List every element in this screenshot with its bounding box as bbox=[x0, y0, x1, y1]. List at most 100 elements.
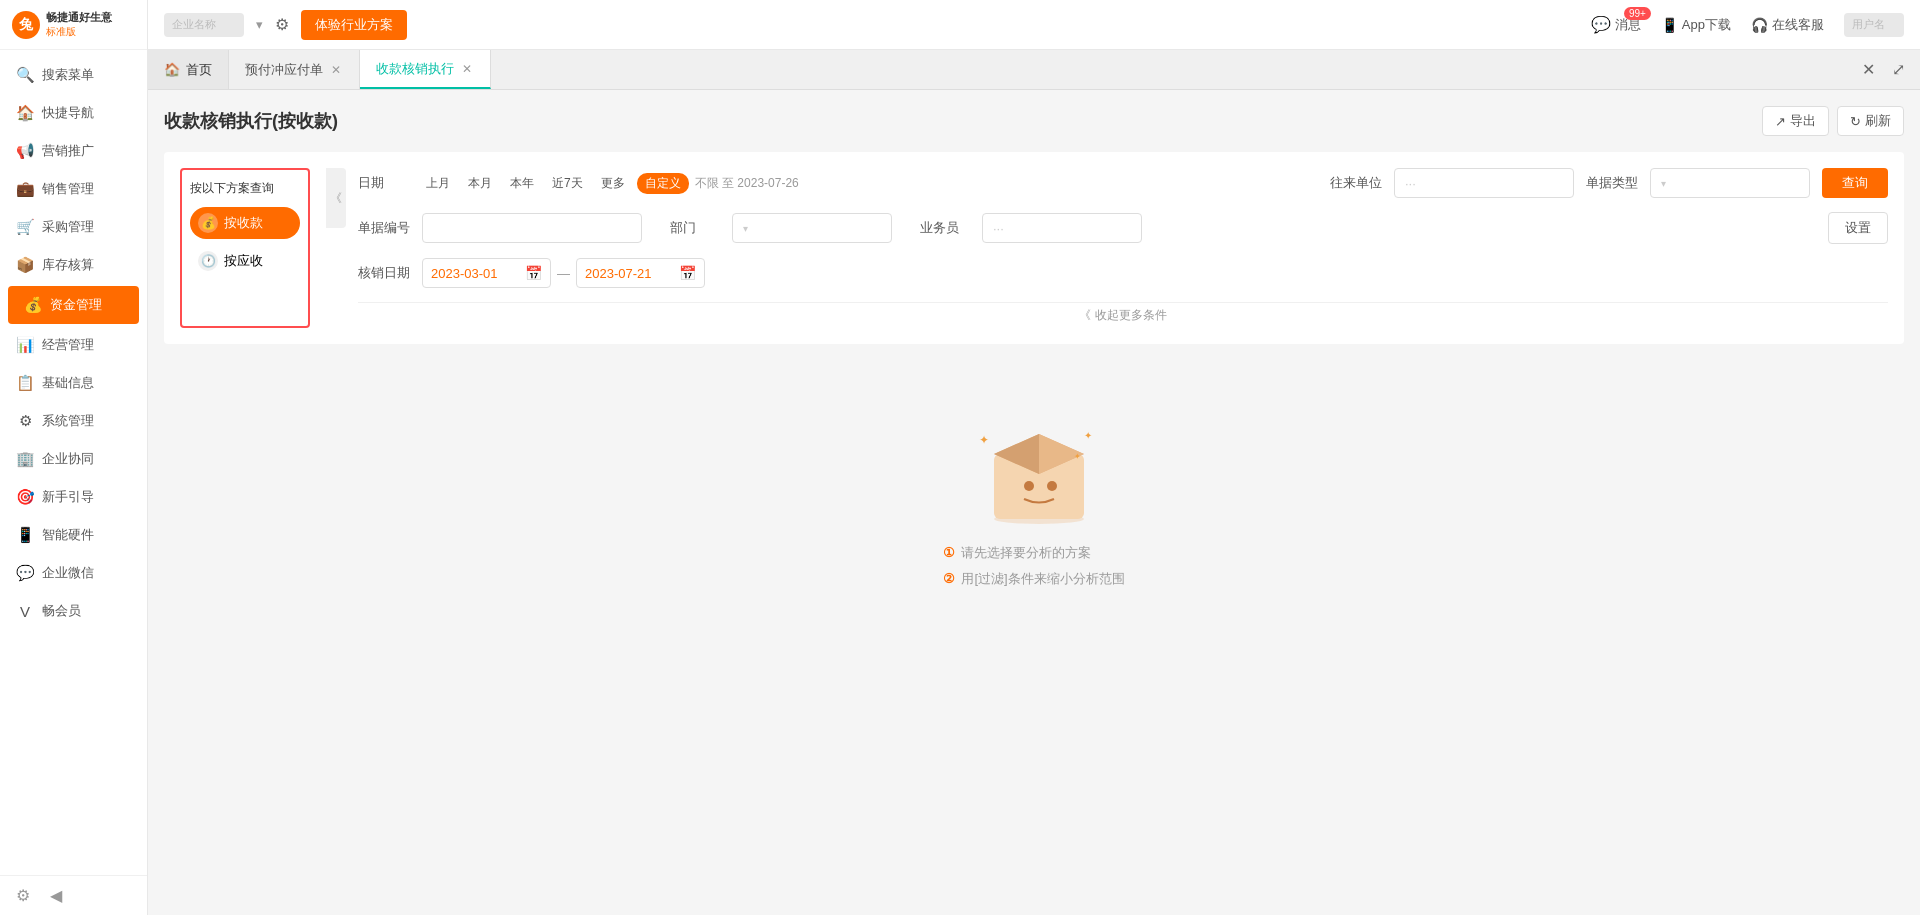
settings-btn[interactable]: 设置 bbox=[1828, 212, 1888, 244]
calendar-start-icon[interactable]: 📅 bbox=[525, 265, 542, 281]
date-this-month[interactable]: 本月 bbox=[462, 173, 498, 194]
export-btn[interactable]: ↗ 导出 bbox=[1762, 106, 1829, 136]
tab-receipt-offset[interactable]: 收款核销执行 ✕ bbox=[360, 50, 491, 89]
date-shortcuts: 上月 本月 本年 近7天 更多 自定义 不限 至 2023-07-26 bbox=[420, 173, 799, 194]
doc-no-input[interactable] bbox=[422, 213, 642, 243]
app-download-btn[interactable]: 📱 App下载 bbox=[1661, 16, 1731, 34]
doc-type-select[interactable]: ▾ bbox=[1650, 168, 1810, 198]
phone-icon: 📱 bbox=[1661, 17, 1678, 33]
svg-text:✦: ✦ bbox=[979, 433, 989, 447]
sidebar-item-operation[interactable]: 📊 经营管理 bbox=[0, 326, 147, 364]
staff-select[interactable]: ··· bbox=[982, 213, 1142, 243]
filter-scheme-title: 按以下方案查询 bbox=[190, 180, 300, 197]
date-last-month[interactable]: 上月 bbox=[420, 173, 456, 194]
refresh-icon: ↻ bbox=[1850, 114, 1861, 129]
search-btn[interactable]: 查询 bbox=[1822, 168, 1888, 198]
sidebar-footer: ⚙ ◀ bbox=[0, 875, 147, 915]
sidebar-item-enterprise[interactable]: 🏢 企业协同 bbox=[0, 440, 147, 478]
sidebar-item-marketing[interactable]: 📢 营销推广 bbox=[0, 132, 147, 170]
sidebar-nav: 🔍 搜索菜单 🏠 快捷导航 📢 营销推广 💼 销售管理 🛒 采购管理 📦 库存核… bbox=[0, 50, 147, 875]
tab-prepay-close[interactable]: ✕ bbox=[329, 63, 343, 77]
doc-type-label: 单据类型 bbox=[1586, 174, 1638, 192]
filter-panel: 按以下方案查询 💰 按收款 🕐 按应收 《 日期 bbox=[164, 152, 1904, 344]
sidebar-item-search-menu[interactable]: 🔍 搜索菜单 bbox=[0, 56, 147, 94]
sidebar-item-finance[interactable]: 💰 资金管理 bbox=[8, 286, 139, 324]
maximize-btn[interactable]: ⤢ bbox=[1884, 56, 1912, 84]
logo-text: 畅捷通好生意 标准版 bbox=[46, 10, 112, 39]
sidebar: 兔 畅捷通好生意 标准版 🔍 搜索菜单 🏠 快捷导航 📢 营销推广 💼 销售管理… bbox=[0, 0, 148, 915]
topbar-settings-icon[interactable]: ⚙ bbox=[275, 15, 289, 34]
export-icon: ↗ bbox=[1775, 114, 1786, 129]
date-this-year[interactable]: 本年 bbox=[504, 173, 540, 194]
message-icon: 💬 bbox=[1591, 15, 1611, 34]
tab-prepay[interactable]: 预付冲应付单 ✕ bbox=[229, 50, 360, 89]
verify-date-start-group[interactable]: 📅 bbox=[422, 258, 551, 288]
date-more[interactable]: 更多 bbox=[595, 173, 631, 194]
partner-select[interactable]: ··· bbox=[1394, 168, 1574, 198]
doc-no-label: 单据编号 bbox=[358, 219, 410, 237]
dept-label: 部门 bbox=[670, 219, 720, 237]
svg-text:✦: ✦ bbox=[1074, 452, 1081, 461]
sidebar-item-basic-info[interactable]: 📋 基础信息 bbox=[0, 364, 147, 402]
topbar-right: 💬 消息 99+ 📱 App下载 🎧 在线客服 用户名 bbox=[1591, 13, 1904, 37]
verify-date-start-input[interactable] bbox=[431, 266, 521, 281]
sidebar-item-system[interactable]: ⚙ 系统管理 bbox=[0, 402, 147, 440]
topbar-dropdown-icon[interactable]: ▾ bbox=[256, 17, 263, 32]
user-avatar[interactable]: 用户名 bbox=[1844, 13, 1904, 37]
sidebar-item-sales[interactable]: 💼 销售管理 bbox=[0, 170, 147, 208]
page-actions: ↗ 导出 ↻ 刷新 bbox=[1762, 106, 1904, 136]
settings-footer-icon[interactable]: ⚙ bbox=[16, 886, 30, 905]
svg-text:✦: ✦ bbox=[1084, 430, 1092, 441]
filter-collapse-btn[interactable]: 《 bbox=[326, 168, 346, 228]
chevron-up-icon: 《 bbox=[1079, 307, 1091, 324]
collapse-sidebar-icon[interactable]: ◀ bbox=[50, 886, 62, 905]
enterprise-icon: 🏢 bbox=[16, 450, 34, 468]
refresh-btn[interactable]: ↻ 刷新 bbox=[1837, 106, 1904, 136]
date-7days[interactable]: 近7天 bbox=[546, 173, 589, 194]
date-custom[interactable]: 自定义 bbox=[637, 173, 689, 194]
home-tab-icon: 🏠 bbox=[164, 62, 180, 77]
date-label: 日期 bbox=[358, 174, 408, 192]
verify-date-end-input[interactable] bbox=[585, 266, 675, 281]
verify-date-end-group[interactable]: 📅 bbox=[576, 258, 705, 288]
content-area: 收款核销执行(按收款) ↗ 导出 ↻ 刷新 按以下方案查询 bbox=[148, 90, 1920, 915]
tab-actions: ✕ ⤢ bbox=[1854, 56, 1920, 84]
svg-point-5 bbox=[1024, 481, 1034, 491]
tab-receipt-close[interactable]: ✕ bbox=[460, 62, 474, 76]
filter-row-1: 日期 上月 本月 本年 近7天 更多 自定义 不限 至 2023-07-26 往… bbox=[358, 168, 1888, 198]
solution-btn[interactable]: 体验行业方案 bbox=[301, 10, 407, 40]
online-service-btn[interactable]: 🎧 在线客服 bbox=[1751, 16, 1824, 34]
calendar-end-icon[interactable]: 📅 bbox=[679, 265, 696, 281]
sidebar-logo: 兔 畅捷通好生意 标准版 bbox=[0, 0, 147, 50]
member-icon: V bbox=[16, 602, 34, 620]
close-window-btn[interactable]: ✕ bbox=[1854, 56, 1882, 84]
empty-svg: ✦ ✦ ✦ bbox=[974, 424, 1104, 524]
filter-by-receivable[interactable]: 🕐 按应收 bbox=[190, 245, 300, 277]
sidebar-item-smart-hw[interactable]: 📱 智能硬件 bbox=[0, 516, 147, 554]
enterprisewx-icon: 💬 bbox=[16, 564, 34, 582]
sidebar-item-member[interactable]: V 畅会员 bbox=[0, 592, 147, 630]
purchase-icon: 🛒 bbox=[16, 218, 34, 236]
empty-hint-1: ① 请先选择要分析的方案 bbox=[943, 540, 1124, 566]
verify-date-range: 📅 — 📅 bbox=[422, 258, 705, 288]
filter-by-receipt[interactable]: 💰 按收款 bbox=[190, 207, 300, 239]
search-icon: 🔍 bbox=[16, 66, 34, 84]
sidebar-item-enterprise-wx[interactable]: 💬 企业微信 bbox=[0, 554, 147, 592]
message-badge: 99+ bbox=[1624, 7, 1651, 20]
inventory-icon: 📦 bbox=[16, 256, 34, 274]
basicinfo-icon: 📋 bbox=[16, 374, 34, 392]
verify-date-label: 核销日期 bbox=[358, 264, 410, 282]
sidebar-item-purchase[interactable]: 🛒 采购管理 bbox=[0, 208, 147, 246]
page-header: 收款核销执行(按收款) ↗ 导出 ↻ 刷新 bbox=[164, 106, 1904, 136]
date-range-separator: — bbox=[557, 266, 570, 281]
empty-text: ① 请先选择要分析的方案 ② 用[过滤]条件来缩小分析范围 bbox=[943, 540, 1124, 592]
sidebar-item-beginner[interactable]: 🎯 新手引导 bbox=[0, 478, 147, 516]
main-area: 企业名称 ▾ ⚙ 体验行业方案 💬 消息 99+ 📱 App下载 🎧 在线客服 … bbox=[148, 0, 1920, 915]
collapse-more-btn[interactable]: 《 收起更多条件 bbox=[358, 302, 1888, 328]
sidebar-item-quick-nav[interactable]: 🏠 快捷导航 bbox=[0, 94, 147, 132]
sidebar-item-inventory[interactable]: 📦 库存核算 bbox=[0, 246, 147, 284]
tabbar: 🏠 首页 预付冲应付单 ✕ 收款核销执行 ✕ ✕ ⤢ bbox=[148, 50, 1920, 90]
dept-select[interactable]: ▾ bbox=[732, 213, 892, 243]
tab-home[interactable]: 🏠 首页 bbox=[148, 50, 229, 89]
message-btn[interactable]: 💬 消息 99+ bbox=[1591, 15, 1641, 34]
